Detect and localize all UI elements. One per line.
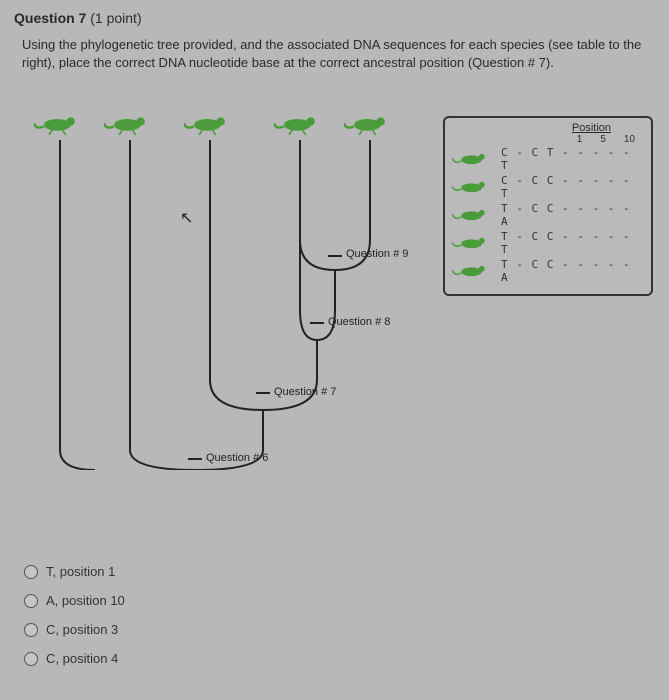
node-tick bbox=[256, 392, 270, 394]
question-prompt: Using the phylogenetic tree provided, an… bbox=[0, 32, 669, 79]
lizard-icon bbox=[451, 232, 495, 254]
lizard-icon bbox=[34, 110, 84, 138]
radio-icon[interactable] bbox=[24, 623, 38, 637]
node-label-q6: Question # 6 bbox=[206, 452, 268, 464]
sequence-text: C - C C - - - - - T bbox=[501, 174, 645, 200]
sequence-text: T - C C - - - - - A bbox=[501, 258, 645, 284]
node-label-q9: Question # 9 bbox=[346, 248, 408, 260]
position-numbers: 1 5 10 bbox=[451, 134, 645, 145]
mouse-cursor-icon: ↖ bbox=[180, 208, 193, 228]
position-header: Position bbox=[451, 122, 645, 134]
position-num: 1 bbox=[577, 134, 583, 145]
option-label: A, position 10 bbox=[46, 593, 125, 608]
lizard-icon bbox=[104, 110, 154, 138]
tree-svg bbox=[0, 100, 440, 470]
table-row: T - C C - - - - - A bbox=[451, 201, 645, 229]
node-tick bbox=[310, 322, 324, 324]
lizard-icon bbox=[451, 260, 495, 282]
table-row: C - C C - - - - - T bbox=[451, 173, 645, 201]
option-label: T, position 1 bbox=[46, 564, 115, 579]
lizard-icon bbox=[344, 110, 394, 138]
lizard-icon bbox=[451, 176, 495, 198]
lizard-icon bbox=[274, 110, 324, 138]
option-b[interactable]: A, position 10 bbox=[24, 593, 125, 608]
position-label: Position bbox=[572, 122, 611, 134]
radio-icon[interactable] bbox=[24, 594, 38, 608]
option-c[interactable]: C, position 3 bbox=[24, 622, 125, 637]
answer-options: T, position 1 A, position 10 C, position… bbox=[24, 550, 125, 680]
sequence-text: T - C C - - - - - A bbox=[501, 202, 645, 228]
option-label: C, position 4 bbox=[46, 651, 118, 666]
dna-sequence-table: Position 1 5 10 C - C T - - - - - T C - … bbox=[443, 116, 653, 296]
radio-icon[interactable] bbox=[24, 652, 38, 666]
node-tick bbox=[188, 458, 202, 460]
node-label-q7: Question # 7 bbox=[274, 386, 336, 398]
table-row: T - C C - - - - - A bbox=[451, 257, 645, 285]
sequence-text: T - C C - - - - - T bbox=[501, 230, 645, 256]
question-title: Question 7 (1 point) bbox=[14, 10, 655, 26]
sequence-text: C - C T - - - - - T bbox=[501, 146, 645, 172]
option-a[interactable]: T, position 1 bbox=[24, 564, 125, 579]
node-tick bbox=[328, 255, 342, 257]
lizard-icon bbox=[184, 110, 234, 138]
question-points: (1 point) bbox=[90, 10, 141, 26]
node-label-q8: Question # 8 bbox=[328, 316, 390, 328]
lizard-icon bbox=[451, 204, 495, 226]
option-d[interactable]: C, position 4 bbox=[24, 651, 125, 666]
table-row: T - C C - - - - - T bbox=[451, 229, 645, 257]
position-num: 5 bbox=[600, 134, 606, 145]
table-row: C - C T - - - - - T bbox=[451, 145, 645, 173]
radio-icon[interactable] bbox=[24, 565, 38, 579]
question-number: Question 7 bbox=[14, 10, 86, 26]
position-num: 10 bbox=[624, 134, 635, 145]
lizard-icon bbox=[451, 148, 495, 170]
option-label: C, position 3 bbox=[46, 622, 118, 637]
